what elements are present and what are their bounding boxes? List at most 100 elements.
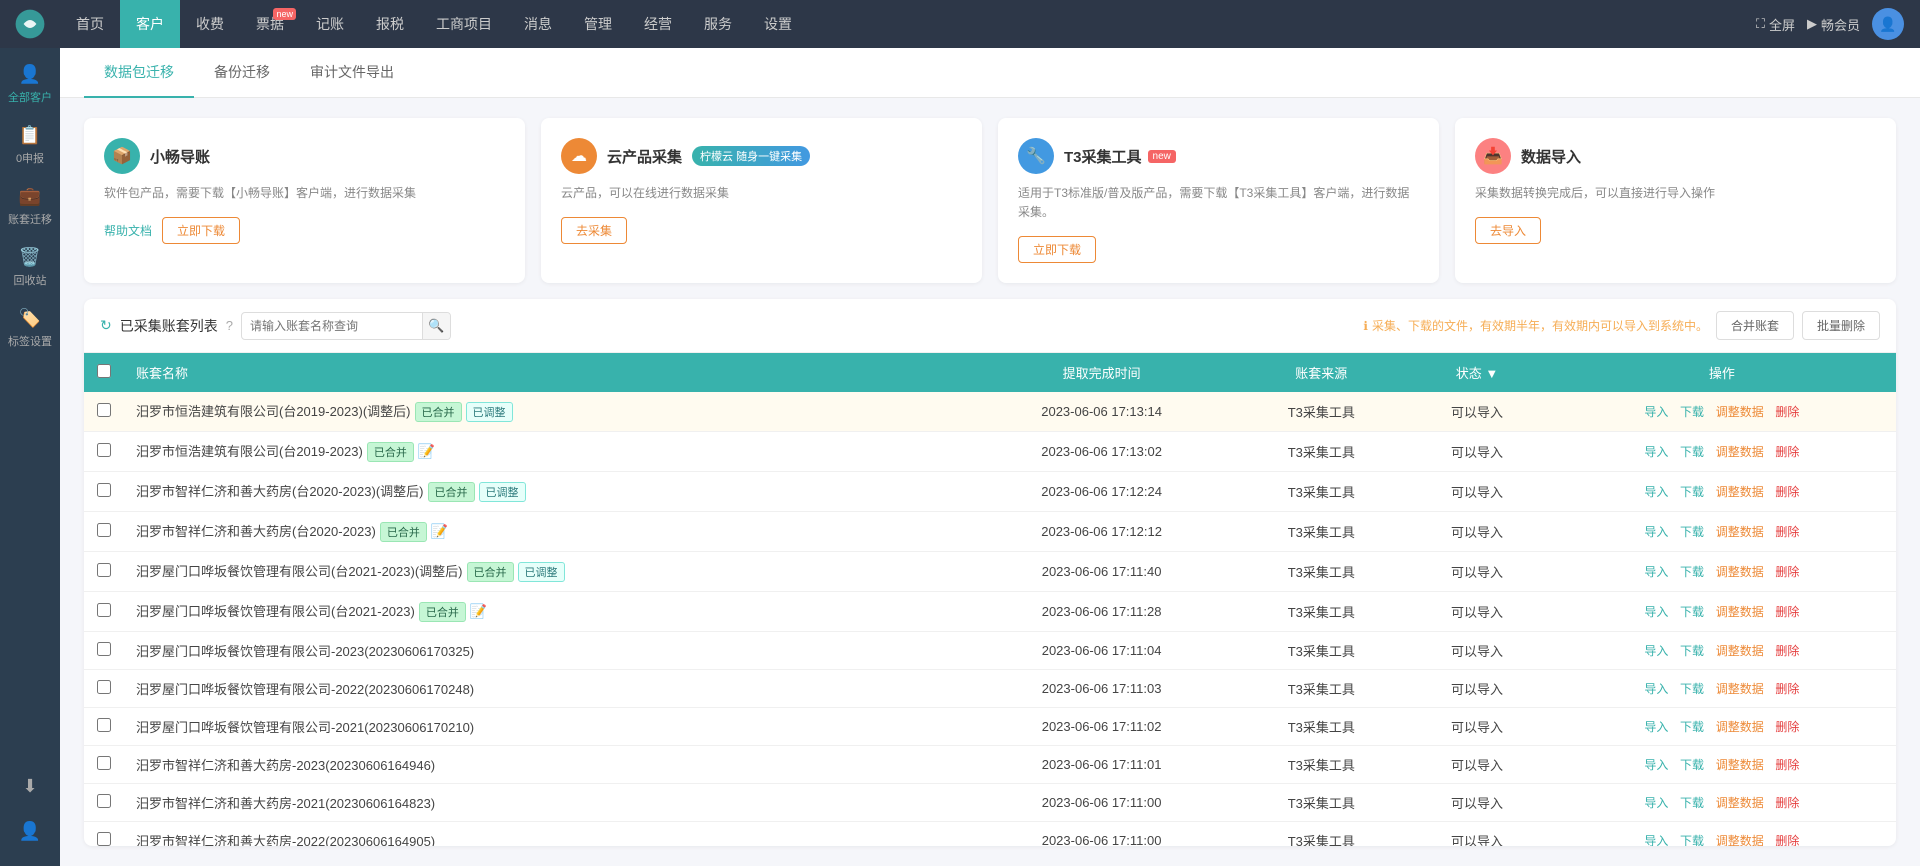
adjust-data-btn[interactable]: 调整数据 xyxy=(1716,405,1764,419)
delete-btn[interactable]: 删除 xyxy=(1775,682,1799,696)
nav-customer[interactable]: 客户 xyxy=(120,0,180,48)
batch-delete-btn[interactable]: 批量删除 xyxy=(1802,311,1880,340)
row-checkbox[interactable] xyxy=(97,832,111,846)
nav-fee[interactable]: 收费 xyxy=(180,0,240,48)
import-btn[interactable]: 导入 xyxy=(1644,796,1668,810)
adjust-data-btn[interactable]: 调整数据 xyxy=(1716,445,1764,459)
delete-btn[interactable]: 删除 xyxy=(1775,605,1799,619)
adjust-data-btn[interactable]: 调整数据 xyxy=(1716,605,1764,619)
help-doc-link[interactable]: 帮助文档 xyxy=(104,222,152,239)
nav-service[interactable]: 服务 xyxy=(688,0,748,48)
go-import-btn[interactable]: 去导入 xyxy=(1475,217,1541,244)
download-btn[interactable]: 下载 xyxy=(1680,565,1704,579)
import-btn[interactable]: 导入 xyxy=(1644,565,1668,579)
download-btn[interactable]: 下载 xyxy=(1680,485,1704,499)
nav-operation[interactable]: 经营 xyxy=(628,0,688,48)
download-now-btn[interactable]: 立即下载 xyxy=(162,217,240,244)
adjust-data-btn[interactable]: 调整数据 xyxy=(1716,644,1764,658)
nav-manage[interactable]: 管理 xyxy=(568,0,628,48)
import-btn[interactable]: 导入 xyxy=(1644,644,1668,658)
delete-btn[interactable]: 删除 xyxy=(1775,834,1799,846)
row-checkbox[interactable] xyxy=(97,642,111,656)
delete-btn[interactable]: 删除 xyxy=(1775,565,1799,579)
adjust-data-btn[interactable]: 调整数据 xyxy=(1716,682,1764,696)
adjust-data-btn[interactable]: 调整数据 xyxy=(1716,720,1764,734)
download-btn[interactable]: 下载 xyxy=(1680,796,1704,810)
import-btn[interactable]: 导入 xyxy=(1644,405,1668,419)
row-edit-icon[interactable]: 📝 xyxy=(470,603,487,619)
delete-btn[interactable]: 删除 xyxy=(1775,758,1799,772)
sidebar-item-migration[interactable]: 💼 账套迁移 xyxy=(4,178,56,235)
adjust-data-btn[interactable]: 调整数据 xyxy=(1716,525,1764,539)
sidebar-item-user[interactable]: 👤 xyxy=(4,813,56,850)
download-btn[interactable]: 下载 xyxy=(1680,644,1704,658)
sidebar-item-download[interactable]: ⬇ xyxy=(4,768,56,805)
nav-home[interactable]: 首页 xyxy=(60,0,120,48)
nav-invoice[interactable]: 票据new xyxy=(240,0,300,48)
adjust-data-btn[interactable]: 调整数据 xyxy=(1716,565,1764,579)
download-btn[interactable]: 下载 xyxy=(1680,405,1704,419)
search-input[interactable] xyxy=(242,319,422,333)
import-btn[interactable]: 导入 xyxy=(1644,720,1668,734)
download-btn[interactable]: 下载 xyxy=(1680,605,1704,619)
adjust-data-btn[interactable]: 调整数据 xyxy=(1716,485,1764,499)
help-icon[interactable]: ? xyxy=(226,318,233,333)
row-checkbox[interactable] xyxy=(97,680,111,694)
row-checkbox[interactable] xyxy=(97,718,111,732)
fullscreen-btn[interactable]: ⛶ 全屏 xyxy=(1756,15,1795,34)
adjust-data-btn[interactable]: 调整数据 xyxy=(1716,758,1764,772)
row-checkbox[interactable] xyxy=(97,403,111,417)
import-btn[interactable]: 导入 xyxy=(1644,605,1668,619)
import-btn[interactable]: 导入 xyxy=(1644,525,1668,539)
nav-tax[interactable]: 报税 xyxy=(360,0,420,48)
row-checkbox[interactable] xyxy=(97,443,111,457)
delete-btn[interactable]: 删除 xyxy=(1775,485,1799,499)
row-checkbox[interactable] xyxy=(97,483,111,497)
import-btn[interactable]: 导入 xyxy=(1644,445,1668,459)
tab-data-migration[interactable]: 数据包迁移 xyxy=(84,48,194,98)
delete-btn[interactable]: 删除 xyxy=(1775,796,1799,810)
row-edit-icon[interactable]: 📝 xyxy=(418,443,435,459)
logo[interactable] xyxy=(0,0,60,48)
go-collect-btn[interactable]: 去采集 xyxy=(561,217,627,244)
download-btn[interactable]: 下载 xyxy=(1680,834,1704,846)
t3-download-btn[interactable]: 立即下载 xyxy=(1018,236,1096,263)
download-btn[interactable]: 下载 xyxy=(1680,682,1704,696)
nav-message[interactable]: 消息 xyxy=(508,0,568,48)
delete-btn[interactable]: 删除 xyxy=(1775,525,1799,539)
import-btn[interactable]: 导入 xyxy=(1644,682,1668,696)
member-btn[interactable]: ▶ 畅会员 xyxy=(1807,15,1860,34)
sidebar-item-all-customers[interactable]: 👤 全部客户 xyxy=(4,56,56,113)
import-btn[interactable]: 导入 xyxy=(1644,758,1668,772)
download-btn[interactable]: 下载 xyxy=(1680,525,1704,539)
adjust-data-btn[interactable]: 调整数据 xyxy=(1716,796,1764,810)
merge-accounts-btn[interactable]: 合并账套 xyxy=(1716,311,1794,340)
delete-btn[interactable]: 删除 xyxy=(1775,445,1799,459)
tab-audit-export[interactable]: 审计文件导出 xyxy=(290,48,414,98)
refresh-icon[interactable]: ↻ xyxy=(100,317,112,334)
nav-business[interactable]: 工商项目 xyxy=(420,0,508,48)
row-checkbox[interactable] xyxy=(97,603,111,617)
select-all-checkbox[interactable] xyxy=(97,364,111,378)
nav-accounting[interactable]: 记账 xyxy=(300,0,360,48)
search-button[interactable]: 🔍 xyxy=(422,312,450,340)
download-btn[interactable]: 下载 xyxy=(1680,758,1704,772)
sidebar-item-tag-settings[interactable]: 🏷️ 标签设置 xyxy=(4,300,56,357)
row-checkbox[interactable] xyxy=(97,756,111,770)
row-checkbox[interactable] xyxy=(97,794,111,808)
download-btn[interactable]: 下载 xyxy=(1680,720,1704,734)
delete-btn[interactable]: 删除 xyxy=(1775,405,1799,419)
download-btn[interactable]: 下载 xyxy=(1680,445,1704,459)
adjust-data-btn[interactable]: 调整数据 xyxy=(1716,834,1764,846)
nav-settings[interactable]: 设置 xyxy=(748,0,808,48)
avatar[interactable]: 👤 xyxy=(1872,8,1904,40)
import-btn[interactable]: 导入 xyxy=(1644,485,1668,499)
sidebar-item-zero-report[interactable]: 📋 0申报 xyxy=(4,117,56,174)
row-edit-icon[interactable]: 📝 xyxy=(431,523,448,539)
delete-btn[interactable]: 删除 xyxy=(1775,644,1799,658)
sidebar-item-recycle[interactable]: 🗑️ 回收站 xyxy=(4,239,56,296)
row-checkbox[interactable] xyxy=(97,563,111,577)
tab-backup-migration[interactable]: 备份迁移 xyxy=(194,48,290,98)
delete-btn[interactable]: 删除 xyxy=(1775,720,1799,734)
import-btn[interactable]: 导入 xyxy=(1644,834,1668,846)
